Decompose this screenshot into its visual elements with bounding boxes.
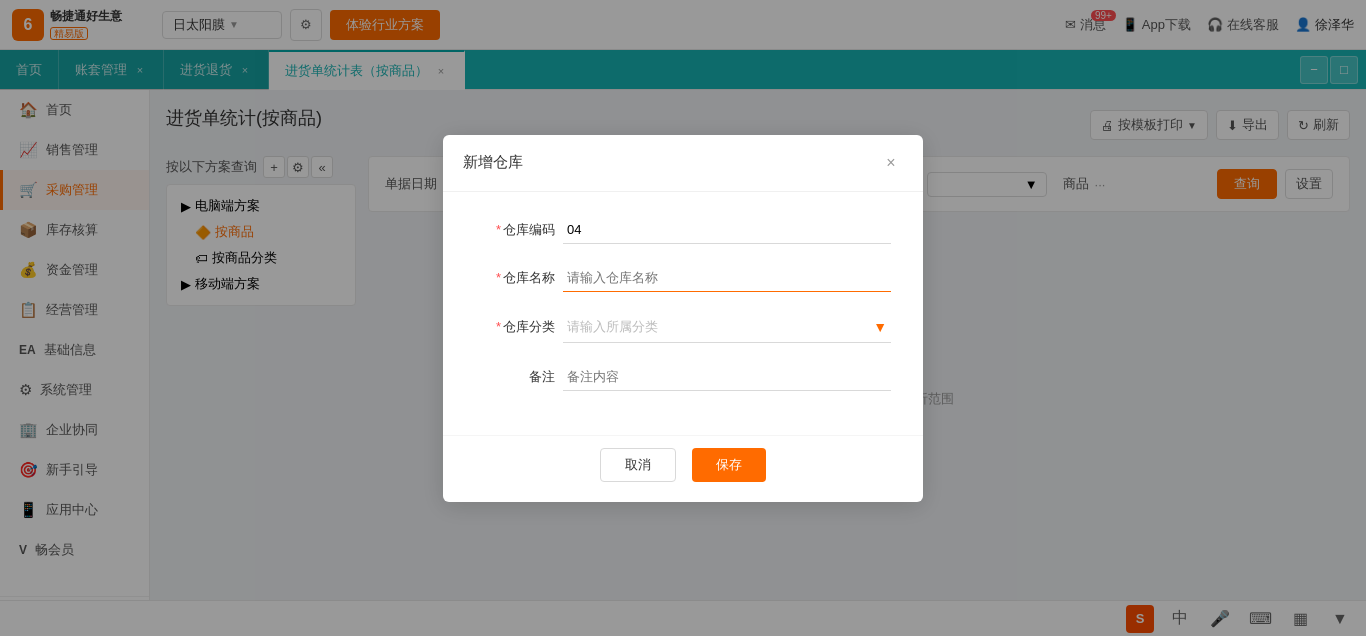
form-row-code: *仓库编码 bbox=[475, 216, 891, 244]
warehouse-category-select[interactable]: 请输入所属分类 ▼ bbox=[563, 312, 891, 343]
modal-footer: 取消 保存 bbox=[443, 435, 923, 502]
modal-header: 新增仓库 × bbox=[443, 135, 923, 192]
cancel-btn[interactable]: 取消 bbox=[600, 448, 676, 482]
form-row-category: *仓库分类 请输入所属分类 ▼ bbox=[475, 312, 891, 343]
category-required-star: * bbox=[496, 319, 501, 334]
add-warehouse-modal: 新增仓库 × *仓库编码 *仓库名称 *仓库分类 bbox=[443, 135, 923, 502]
notes-input[interactable] bbox=[563, 363, 891, 391]
modal-overlay: 新增仓库 × *仓库编码 *仓库名称 *仓库分类 bbox=[0, 0, 1366, 636]
code-required-star: * bbox=[496, 222, 501, 237]
modal-title: 新增仓库 bbox=[463, 153, 523, 172]
modal-close-btn[interactable]: × bbox=[879, 151, 903, 175]
form-row-name: *仓库名称 bbox=[475, 264, 891, 292]
name-label: *仓库名称 bbox=[475, 269, 555, 287]
code-label: *仓库编码 bbox=[475, 221, 555, 239]
save-btn[interactable]: 保存 bbox=[692, 448, 766, 482]
warehouse-name-input[interactable] bbox=[563, 264, 891, 292]
category-placeholder: 请输入所属分类 bbox=[567, 318, 658, 336]
notes-label: 备注 bbox=[475, 368, 555, 386]
warehouse-code-input[interactable] bbox=[563, 216, 891, 244]
name-required-star: * bbox=[496, 270, 501, 285]
modal-body: *仓库编码 *仓库名称 *仓库分类 请输入所属分类 ▼ bbox=[443, 192, 923, 435]
form-row-notes: 备注 bbox=[475, 363, 891, 391]
category-field-label: *仓库分类 bbox=[475, 318, 555, 336]
category-dropdown-arrow: ▼ bbox=[873, 319, 887, 335]
